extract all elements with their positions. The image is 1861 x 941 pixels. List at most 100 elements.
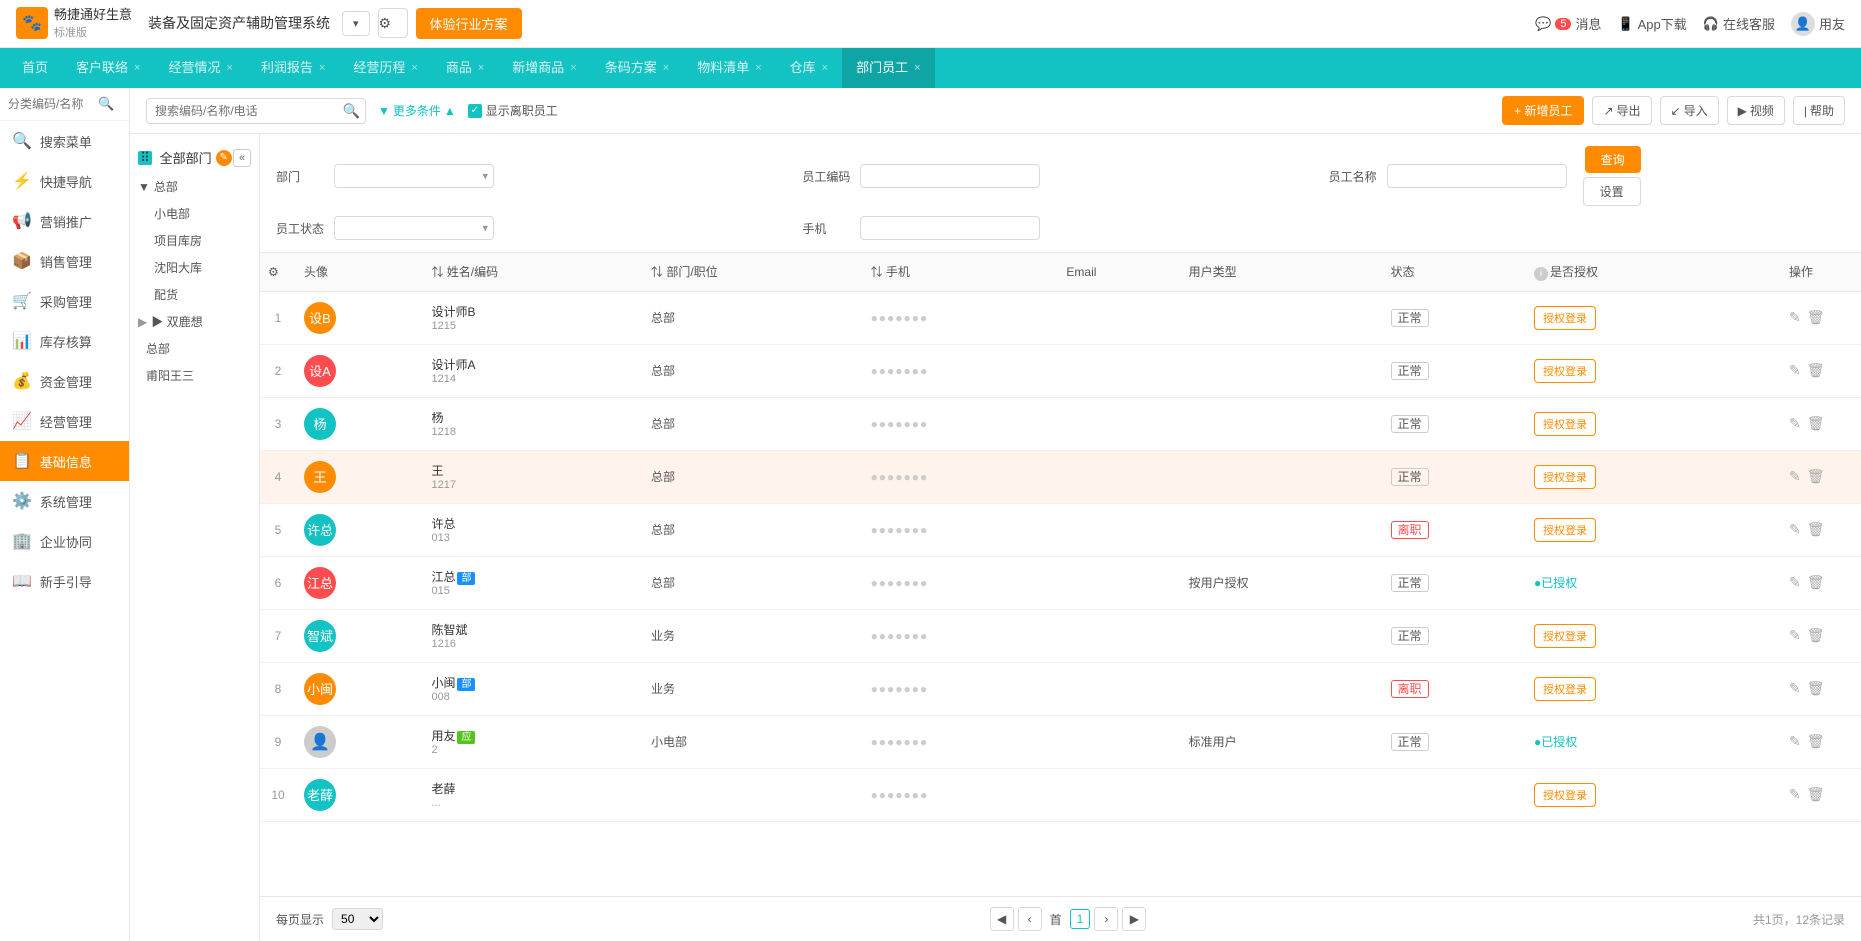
set-btn[interactable]: 设置 [1583,177,1641,206]
dept-item-shenyang[interactable]: 沈阳大库 [130,254,259,281]
edit-icon[interactable]: ✎ [1789,733,1801,750]
auth-login-btn[interactable]: 授权登录 [1534,518,1596,542]
nav-tab-bom[interactable]: 物料清单 × [683,48,775,88]
delete-icon[interactable]: 🗑 [1807,733,1825,750]
export-btn[interactable]: ↗ 导出 [1592,96,1651,125]
nav-tab-profit[interactable]: 利润报告 × [247,48,339,88]
close-new-goods-tab[interactable]: × [570,48,576,88]
nav-tab-barcode[interactable]: 条码方案 × [591,48,683,88]
search-input[interactable] [146,98,366,124]
video-btn[interactable]: ▶ 视频 [1727,96,1785,125]
auth-login-btn[interactable]: 授权登录 [1534,306,1596,330]
sidebar-item-system[interactable]: ⚙️ 系统管理 [0,481,129,521]
close-dept-staff-tab[interactable]: × [914,48,920,88]
close-goods-tab[interactable]: × [478,48,484,88]
auth-login-btn[interactable]: 授权登录 [1534,624,1596,648]
nav-tab-operations[interactable]: 经营情况 × [154,48,246,88]
close-customer-tab[interactable]: × [134,48,140,88]
edit-icon[interactable]: ✎ [1789,415,1801,432]
delete-icon[interactable]: 🗑 [1807,574,1825,591]
edit-icon[interactable]: ✎ [1789,362,1801,379]
sys-dropdown-btn[interactable]: ▾ [342,11,370,36]
col-settings[interactable]: ⚙ [260,253,296,291]
empname-input[interactable] [1387,164,1567,188]
auth-login-btn[interactable]: 授权登录 [1534,677,1596,701]
cell-auth[interactable]: 授权登录 [1526,291,1739,344]
close-bom-tab[interactable]: × [755,48,761,88]
nav-tab-customer[interactable]: 客户联络 × [62,48,154,88]
cell-auth[interactable]: 授权登录 [1526,609,1739,662]
sidebar-item-guide[interactable]: 📖 新手引导 [0,561,129,601]
auth-login-btn[interactable]: 授权登录 [1534,412,1596,436]
close-operations-tab[interactable]: × [226,48,232,88]
dept-collapse-btn[interactable]: « [233,149,251,167]
edit-icon[interactable]: ✎ [1789,521,1801,538]
close-barcode-tab[interactable]: × [663,48,669,88]
cell-auth[interactable]: 授权登录 [1526,503,1739,556]
edit-icon[interactable]: ✎ [1789,680,1801,697]
query-btn[interactable]: 查询 [1585,146,1641,173]
col-settings-icon[interactable]: ⚙ [268,265,279,279]
cell-auth[interactable]: 授权登录 [1526,662,1739,715]
sidebar-item-ops[interactable]: 📈 经营管理 [0,401,129,441]
dept-item-peihuo[interactable]: 配货 [130,281,259,308]
close-history-tab[interactable]: × [411,48,417,88]
edit-icon[interactable]: ✎ [1789,627,1801,644]
auth-login-btn[interactable]: 授权登录 [1534,783,1596,807]
search-icon[interactable]: 🔍 [343,102,360,119]
col-phone[interactable]: ⇅ 手机 [863,253,1059,291]
cell-auth[interactable]: 授权登录 [1526,450,1739,503]
delete-icon[interactable]: 🗑 [1807,521,1825,538]
delete-icon[interactable]: 🗑 [1807,786,1825,803]
online-service-btn[interactable]: 🎧 在线客服 [1703,14,1775,33]
dept-item-zongbu[interactable]: ▼ 总部 [130,173,259,200]
nav-tab-new-goods[interactable]: 新增商品 × [498,48,590,88]
help-btn[interactable]: | 帮助 [1793,96,1845,125]
delete-icon[interactable]: 🗑 [1807,627,1825,644]
auth-login-btn[interactable]: 授权登录 [1534,465,1596,489]
prev-page-btn[interactable]: ‹ [1018,907,1042,931]
edit-icon[interactable]: ✎ [1789,574,1801,591]
settings-icon-btn[interactable]: ⚙ [378,8,408,38]
nav-tab-history[interactable]: 经营历程 × [339,48,431,88]
nav-tab-warehouse[interactable]: 仓库 × [776,48,842,88]
sidebar-item-basicinfo[interactable]: 📋 基础信息 [0,441,129,481]
add-employee-btn[interactable]: + 新增员工 [1502,96,1584,125]
first-page-btn[interactable]: ◀ [990,907,1014,931]
sidebar-item-enterprise[interactable]: 🏢 企业协同 [0,521,129,561]
edit-icon[interactable]: ✎ [1789,786,1801,803]
sidebar-item-sales[interactable]: 📦 销售管理 [0,241,129,281]
dept-item-zongbu2[interactable]: 总部 [130,335,259,362]
edit-icon[interactable]: ✎ [1789,468,1801,485]
delete-icon[interactable]: 🗑 [1807,415,1825,432]
cell-auth[interactable]: ●已授权 [1526,715,1739,768]
delete-icon[interactable]: 🗑 [1807,309,1825,326]
edit-icon[interactable]: ✎ [1789,309,1801,326]
cell-auth[interactable]: ●已授权 [1526,556,1739,609]
empcode-input[interactable] [860,164,1040,188]
sidebar-item-shortcut[interactable]: ⚡ 快捷导航 [0,161,129,201]
dept-item-puyangwang[interactable]: 甫阳王三 [130,362,259,389]
dept-edit-icon[interactable]: ✎ [216,150,232,166]
delete-icon[interactable]: 🗑 [1807,468,1825,485]
close-profit-tab[interactable]: × [319,48,325,88]
dept-select[interactable] [334,164,494,188]
sidebar-item-inventory[interactable]: 📊 库存核算 [0,321,129,361]
nav-search-input[interactable] [8,97,98,111]
sidebar-item-search[interactable]: 🔍 搜索菜单 [0,121,129,161]
status-select[interactable] [334,216,494,240]
sidebar-item-marketing[interactable]: 📢 营销推广 [0,201,129,241]
last-page-btn[interactable]: ▶ [1122,907,1146,931]
message-btn[interactable]: 💬 5 消息 [1535,14,1601,33]
user-menu-btn[interactable]: 👤 用友 [1791,12,1845,36]
next-page-btn[interactable]: › [1094,907,1118,931]
show-off-staff-toggle[interactable]: ✓ 显示离职员工 [468,102,558,119]
more-filter-btn[interactable]: ▼ 更多条件 ▲ [378,102,456,119]
import-btn[interactable]: ↙ 导入 [1660,96,1719,125]
dept-item-xiaodian[interactable]: 小电部 [130,200,259,227]
sidebar-item-purchase[interactable]: 🛒 采购管理 [0,281,129,321]
col-name-code[interactable]: ⇅ 姓名/编码 [423,253,643,291]
delete-icon[interactable]: 🗑 [1807,680,1825,697]
phone-input[interactable] [860,216,1040,240]
cell-auth[interactable]: 授权登录 [1526,768,1739,821]
